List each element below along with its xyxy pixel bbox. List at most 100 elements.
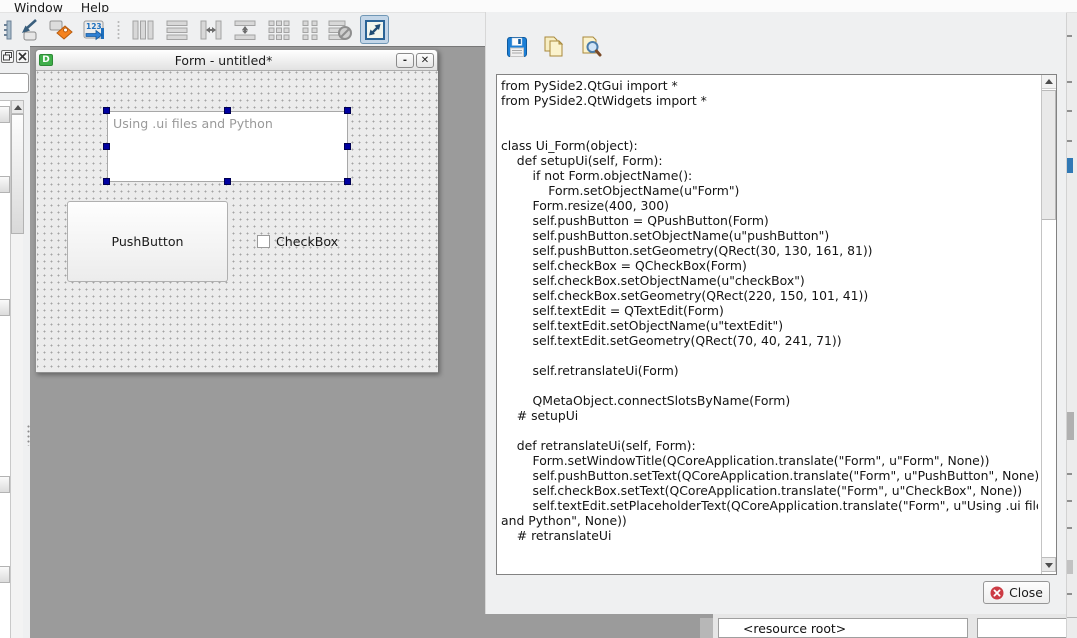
edit-buddies-button[interactable] [46,15,75,44]
right-panel-sliver [1066,13,1077,638]
designer-form-icon: D [39,54,53,66]
dock-close-button[interactable] [16,50,29,63]
arrow-up-icon [14,105,22,110]
widget-category-header[interactable] [0,299,10,316]
scrollbar-thumb-sliver [1067,412,1074,440]
dock-float-button[interactable] [1,50,14,63]
scrollbar-thumb[interactable] [1042,90,1056,220]
scrollbar-thumb[interactable] [11,114,24,234]
find-button[interactable] [578,34,604,60]
lay-out-in-form-layout-icon [301,19,321,41]
lay-out-in-grid-button[interactable] [264,15,293,44]
tree-branch-mark [1067,110,1072,112]
selection-handle-e[interactable] [344,143,351,150]
tree-branch-mark [1067,35,1072,37]
qt-designer-screen: Window Help 123 [0,0,1077,638]
resource-list[interactable] [977,618,1077,638]
splitter-grip[interactable] [27,424,30,446]
lay-out-horizontally-button[interactable] [128,15,157,44]
minimize-icon: - [403,55,407,66]
code-view[interactable]: from PySide2.QtGui import * from PySide2… [501,78,1038,572]
close-icon: ✕ [421,55,429,66]
row-sliver [1067,560,1073,574]
code-frame: from PySide2.QtGui import * from PySide2… [496,74,1057,575]
selection-handle-ne[interactable] [344,107,351,114]
copy-icon [542,35,566,59]
toolbar-separator [117,20,120,40]
adjust-size-button[interactable] [360,15,389,44]
close-button-label: Close [1009,585,1043,600]
edit-signals-slots-icon [15,18,39,42]
code-scrollbar[interactable] [1041,75,1056,574]
scroll-up-button[interactable] [1042,75,1056,89]
selection-handle-s[interactable] [224,178,231,185]
lay-out-vertically-icon [165,19,189,41]
lay-out-vertically-in-splitter-icon [233,19,257,41]
edit-tab-order-icon: 123 [82,18,108,42]
tree-branch-mark [1067,140,1072,142]
widget-box-scrollbar[interactable] [10,100,23,638]
lay-out-horizontally-icon [131,19,155,41]
lay-out-horizontally-in-splitter-button[interactable] [196,15,225,44]
menu-window[interactable]: Window [14,0,63,13]
textedit-widget[interactable]: Using .ui files and Python [107,111,348,182]
widget-category-header[interactable] [0,566,10,583]
close-icon [17,52,28,61]
save-button[interactable] [504,34,530,60]
lay-out-horizontally-in-splitter-icon [199,19,223,41]
selected-row-mark [1067,158,1073,173]
lay-out-in-form-layout-button[interactable] [296,15,325,44]
edit-tab-order-button[interactable]: 123 [80,15,109,44]
restore-icon [2,52,13,61]
break-layout-button[interactable] [326,15,355,44]
form-window-title: Form - untitled* [53,53,394,68]
lay-out-in-grid-icon [267,19,291,41]
checkbox-widget[interactable]: CheckBox [257,221,358,262]
selection-handle-n[interactable] [224,107,231,114]
close-button[interactable]: ✕ [416,53,434,68]
lay-out-vertically-button[interactable] [162,15,191,44]
widget-filter-input[interactable] [0,73,29,93]
svg-text:123: 123 [86,22,102,31]
view-python-code-dialog: from PySide2.QtGui import * from PySide2… [485,12,1066,614]
scroll-up-button[interactable] [11,100,24,114]
scroll-down-button[interactable] [1042,557,1056,572]
arrow-up-icon [1045,79,1053,84]
selection-handle-w[interactable] [103,143,110,150]
bottom-splitter-block[interactable] [700,618,713,638]
selection-handle-se[interactable] [344,178,351,185]
edit-signals-slots-button[interactable] [12,15,41,44]
menu-help[interactable]: Help [81,0,109,13]
dialog-close-button[interactable]: Close [983,581,1050,604]
resource-tree[interactable]: <resource root> [718,618,968,638]
tree-branch-mark [1067,473,1072,475]
save-icon [506,36,528,58]
close-icon [990,586,1004,600]
find-icon [579,35,603,59]
textedit-placeholder: Using .ui files and Python [108,112,347,135]
resource-root-item[interactable]: <resource root> [743,621,967,636]
dialog-toolbar [504,34,604,60]
panel-divider [1067,617,1077,618]
selection-handle-sw[interactable] [103,178,110,185]
edit-widgets-icon [0,18,13,42]
form-canvas[interactable]: Using .ui files and Python PushButton Ch… [37,71,438,372]
selection-handle-nw[interactable] [103,107,110,114]
form-window[interactable]: D Form - untitled* - ✕ Using .ui files a… [35,49,438,373]
tree-branch-mark [1067,527,1072,529]
form-window-titlebar[interactable]: D Form - untitled* - ✕ [36,50,437,71]
widget-box-list[interactable] [0,100,10,638]
copy-button[interactable] [541,34,567,60]
lay-out-vertically-in-splitter-button[interactable] [230,15,259,44]
tree-branch-mark [1067,500,1072,502]
minimize-button[interactable]: - [396,53,414,68]
main-toolbar: 123 [0,13,485,46]
widget-category-header[interactable] [0,106,10,123]
widget-category-header[interactable] [0,476,10,493]
arrow-down-icon [1045,563,1053,568]
pushbutton-widget[interactable]: PushButton [67,201,228,282]
widget-category-header[interactable] [0,176,10,193]
checkbox-indicator[interactable] [257,235,270,248]
tree-branch-mark [1067,593,1072,595]
adjust-size-icon [363,18,387,42]
